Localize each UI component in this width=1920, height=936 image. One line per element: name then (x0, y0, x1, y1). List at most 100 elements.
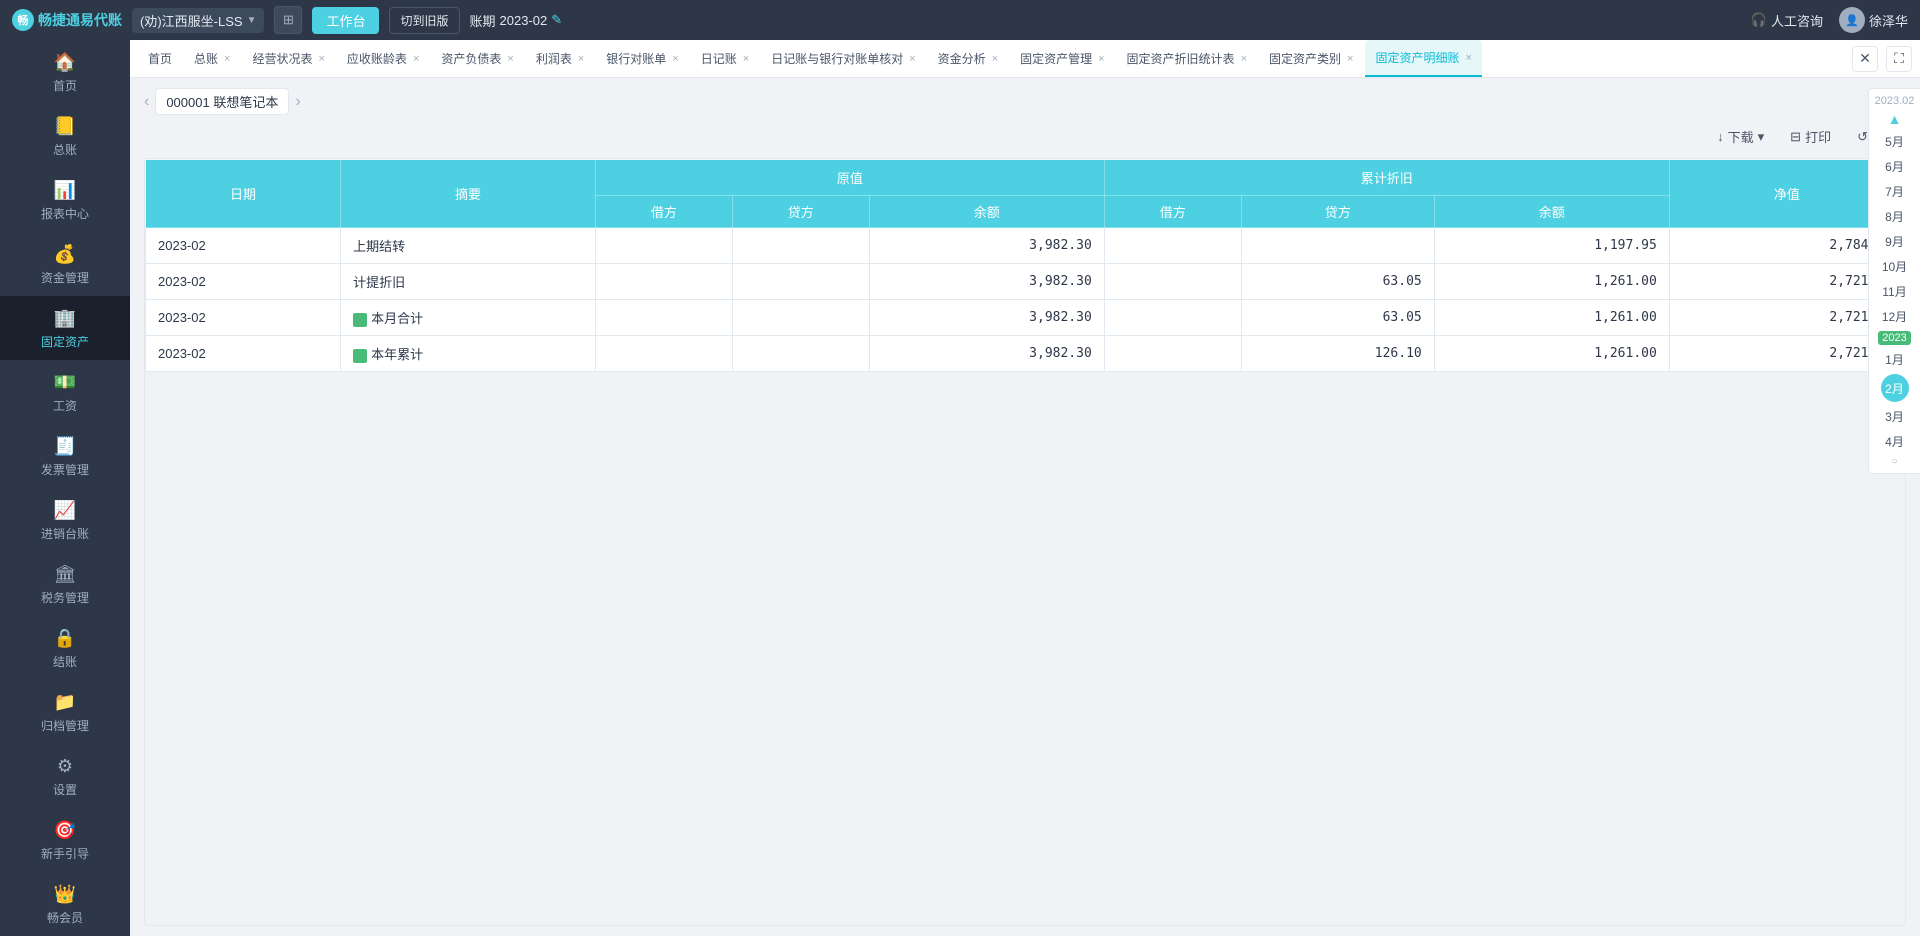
sidebar-item-sales[interactable]: 📈 进销台账 (0, 488, 130, 552)
sidebar-item-guide[interactable]: 🎯 新手引导 (0, 808, 130, 872)
tab-status-label: 经营状况表 (252, 50, 312, 67)
tab-receivable-close[interactable]: × (413, 53, 419, 65)
table-cell: 1,261.00 (1434, 264, 1669, 300)
month-8[interactable]: 8月 (1869, 204, 1920, 229)
asset-name-tag: 000001 联想笔记本 (155, 88, 289, 115)
sidebar-item-invoice[interactable]: 🧾 发票管理 (0, 424, 130, 488)
period-edit-icon[interactable]: ✎ (551, 12, 562, 28)
month-5[interactable]: 5月 (1869, 129, 1920, 154)
th-dep-credit: 贷方 (1241, 196, 1434, 228)
tab-fa-detail[interactable]: 固定资产明细账 × (1365, 40, 1481, 77)
table-cell (732, 300, 869, 336)
refresh-icon: ↺ (1857, 129, 1868, 145)
download-button[interactable]: ↓ 下载 ▾ (1709, 123, 1772, 150)
tab-receivable[interactable]: 应收账龄表 × (337, 40, 429, 77)
print-icon: ⊟ (1790, 129, 1801, 145)
sidebar-item-ledger[interactable]: 📒 总账 (0, 104, 130, 168)
asset-navigation: ‹ 000001 联想笔记本 › (144, 88, 1906, 115)
sidebar-label-sales: 进销台账 (41, 525, 89, 542)
tab-home[interactable]: 首页 (138, 40, 182, 77)
tab-balance-close[interactable]: × (507, 53, 513, 65)
tab-balance[interactable]: 资产负债表 × (431, 40, 523, 77)
period-label: 账期 (470, 11, 496, 30)
month-6[interactable]: 6月 (1869, 154, 1920, 179)
asset-code: 000001 (166, 95, 209, 110)
table-row: 2023-02本年累计3,982.30126.101,261.002,721.3… (146, 336, 1905, 372)
tab-bank-match[interactable]: 日记账与银行对账单核对 × (761, 40, 925, 77)
th-orig-credit: 贷方 (732, 196, 869, 228)
help-button[interactable]: 🎧 人工咨询 (1751, 11, 1823, 30)
tab-maximize-button[interactable]: ⛶ (1886, 46, 1912, 72)
table-cell: 63.05 (1241, 300, 1434, 336)
tab-ledger[interactable]: 总账 × (184, 40, 240, 77)
table-cell: 2023-02 (146, 264, 341, 300)
tab-profit-close[interactable]: × (578, 53, 584, 65)
table-cell (732, 336, 869, 372)
tab-status-close[interactable]: × (318, 53, 324, 65)
ledger-icon: 📒 (54, 116, 76, 137)
tab-journal-close[interactable]: × (743, 53, 749, 65)
workbench-button[interactable]: 工作台 (312, 7, 379, 34)
tab-close-all-button[interactable]: ✕ (1852, 46, 1878, 72)
month-11[interactable]: 11月 (1869, 279, 1920, 304)
table-cell (596, 300, 733, 336)
tab-bank-close[interactable]: × (672, 53, 678, 65)
sidebar-item-fixed-assets[interactable]: 🏢 固定资产 (0, 296, 130, 360)
tab-ledger-close[interactable]: × (224, 53, 230, 65)
tab-fund-analysis-close[interactable]: × (992, 53, 998, 65)
date-scroll-up[interactable]: ▲ (1886, 109, 1904, 129)
topbar-right: 🎧 人工咨询 👤 徐泽华 (1751, 7, 1908, 33)
month-4[interactable]: 4月 (1869, 429, 1920, 454)
sidebar-item-home[interactable]: 🏠 首页 (0, 40, 130, 104)
user-menu[interactable]: 👤 徐泽华 (1839, 7, 1908, 33)
sidebar-item-settings[interactable]: ⚙ 设置 (0, 744, 130, 808)
tab-fa-mgmt[interactable]: 固定资产管理 × (1010, 40, 1114, 77)
user-name: 徐泽华 (1869, 11, 1908, 30)
sidebar-item-fund[interactable]: 💰 资金管理 (0, 232, 130, 296)
table-container: 日期 摘要 原值 累计折旧 净值 借方 贷方 余额 借方 贷方 余额 (144, 158, 1906, 926)
tax-icon: 🏛 (54, 564, 77, 585)
company-selector[interactable]: (劝)江西服坐-LSS ▼ (132, 8, 264, 33)
table-cell (596, 228, 733, 264)
sidebar-item-member[interactable]: 👑 畅会员 (0, 872, 130, 936)
month-2-active[interactable]: 2月 (1881, 374, 1909, 402)
print-button[interactable]: ⊟ 打印 (1782, 123, 1839, 150)
sidebar-label-settings: 设置 (53, 781, 77, 798)
table-cell: 1,261.00 (1434, 300, 1669, 336)
tab-bank-match-close[interactable]: × (909, 53, 915, 65)
tab-journal[interactable]: 日记账 × (691, 40, 759, 77)
sidebar-item-reports[interactable]: 📊 报表中心 (0, 168, 130, 232)
month-1[interactable]: 1月 (1869, 347, 1920, 372)
month-9[interactable]: 9月 (1869, 229, 1920, 254)
table-cell: 本月合计 (341, 300, 596, 336)
sidebar-item-salary[interactable]: 💵 工资 (0, 360, 130, 424)
tabs-bar: 首页 总账 × 经营状况表 × 应收账龄表 × 资产负债表 × 利润表 × (130, 40, 1920, 78)
help-label: 人工咨询 (1771, 11, 1823, 30)
tab-fa-depreciation-close[interactable]: × (1241, 53, 1247, 65)
month-10[interactable]: 10月 (1869, 254, 1920, 279)
tab-bank[interactable]: 银行对账单 × (596, 40, 688, 77)
tab-status[interactable]: 经营状况表 × (242, 40, 334, 77)
asset-prev-arrow[interactable]: ‹ (144, 93, 149, 111)
asset-next-arrow[interactable]: › (295, 93, 300, 111)
tab-fa-depreciation[interactable]: 固定资产折旧统计表 × (1117, 40, 1257, 77)
month-7[interactable]: 7月 (1869, 179, 1920, 204)
tab-fa-mgmt-close[interactable]: × (1098, 53, 1104, 65)
sidebar-item-tax[interactable]: 🏛 税务管理 (0, 552, 130, 616)
tab-fa-detail-close[interactable]: × (1465, 52, 1471, 64)
table-cell: 126.10 (1241, 336, 1434, 372)
sidebar-item-close[interactable]: 🔒 结账 (0, 616, 130, 680)
tab-profit[interactable]: 利润表 × (526, 40, 594, 77)
company-dropdown-arrow: ▼ (247, 15, 257, 26)
sales-icon: 📈 (54, 500, 76, 521)
table-cell (1104, 336, 1241, 372)
sidebar-item-archive[interactable]: 📁 归档管理 (0, 680, 130, 744)
old-version-button[interactable]: 切到旧版 (389, 7, 459, 34)
month-12[interactable]: 12月 (1869, 304, 1920, 329)
copy-button[interactable]: ⊞ (274, 6, 302, 34)
tab-fa-category[interactable]: 固定资产类别 × (1259, 40, 1363, 77)
month-3[interactable]: 3月 (1869, 404, 1920, 429)
tab-fa-category-close[interactable]: × (1347, 53, 1353, 65)
tab-receivable-label: 应收账龄表 (347, 50, 407, 67)
tab-fund-analysis[interactable]: 资金分析 × (928, 40, 1008, 77)
